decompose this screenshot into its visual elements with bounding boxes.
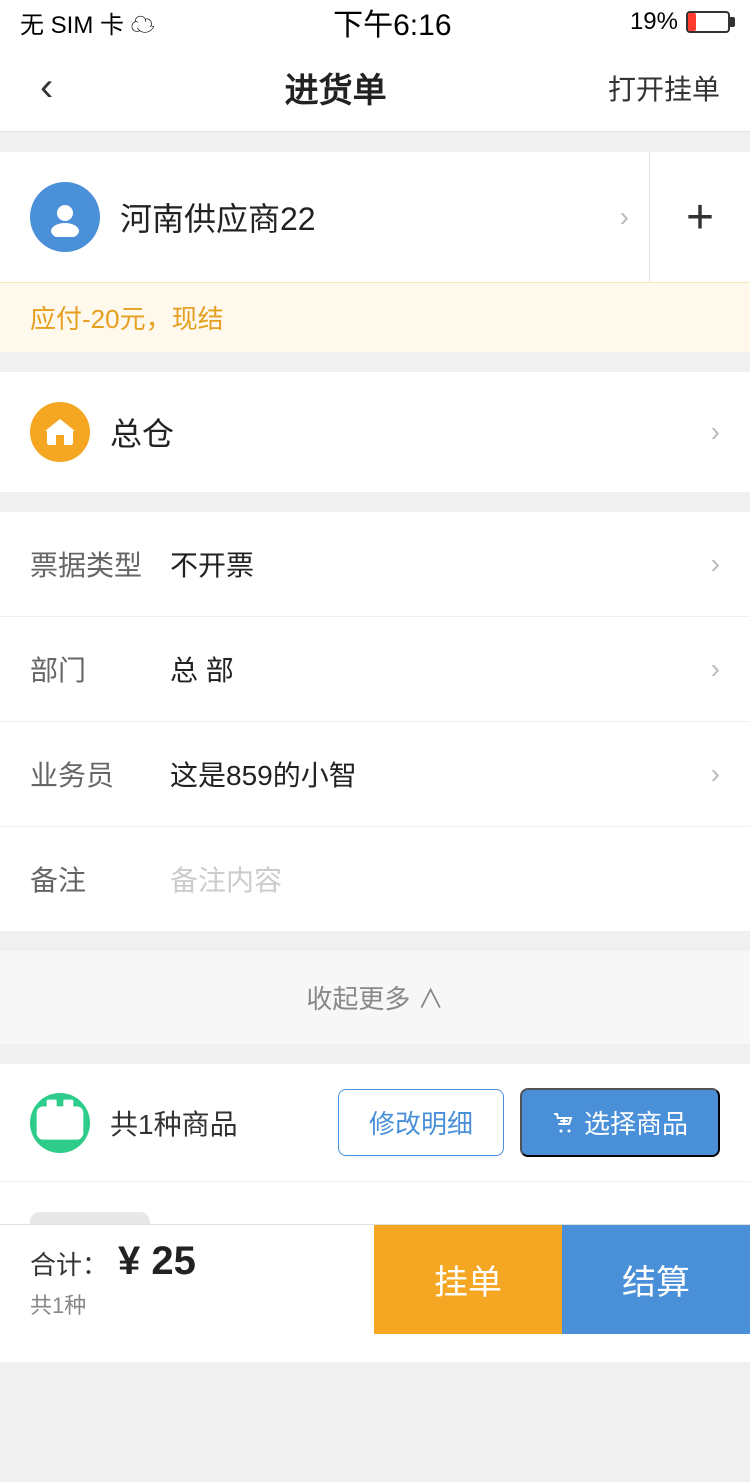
ticket-type-chevron-icon: › (711, 548, 720, 580)
warehouse-name: 总仓 (110, 409, 701, 455)
total-label: 合计： (30, 1245, 108, 1282)
open-pending-button[interactable]: 打开挂单 (608, 68, 720, 108)
total-section: 合计： ¥ 25 共1种 (0, 1225, 374, 1334)
total-amount: ¥ 25 (118, 1239, 196, 1284)
department-row[interactable]: 部门 总 部 › (0, 617, 750, 722)
staff-label: 业务员 (30, 754, 170, 794)
supplier-section: 河南供应商22 › + (0, 152, 750, 282)
page-title: 进货单 (285, 63, 387, 112)
staff-chevron-icon: › (711, 758, 720, 790)
status-bar-right: 19% (630, 8, 730, 36)
cart-icon (552, 1111, 576, 1135)
bottom-bar: 合计： ¥ 25 共1种 挂单 结算 (0, 1224, 750, 1334)
select-product-button[interactable]: 选择商品 (520, 1088, 720, 1157)
department-chevron-icon: › (711, 653, 720, 685)
payment-info-banner: 应付-20元，现结 (0, 282, 750, 352)
warehouse-icon (30, 402, 90, 462)
supplier-chevron-icon: › (620, 201, 629, 233)
battery-percent: 19% (630, 8, 678, 36)
add-supplier-button[interactable]: + (650, 152, 750, 282)
gap-1 (0, 132, 750, 152)
back-button[interactable]: ‹ (30, 55, 63, 120)
status-bar-left: 无 SIM 卡 ☁ (20, 5, 155, 40)
collapse-bar[interactable]: 收起更多 ∧ (0, 951, 750, 1044)
form-section: 票据类型 不开票 › 部门 总 部 › 业务员 这是859的小智 › 备注 备注… (0, 512, 750, 931)
settle-button[interactable]: 结算 (562, 1225, 750, 1334)
supplier-avatar (30, 182, 100, 252)
pend-button[interactable]: 挂单 (374, 1225, 562, 1334)
products-header: 共1种商品 修改明细 选择商品 (0, 1064, 750, 1182)
supplier-name: 河南供应商22 (120, 194, 610, 240)
status-bar: 无 SIM 卡 ☁ 下午6:16 19% (0, 0, 750, 44)
staff-row[interactable]: 业务员 这是859的小智 › (0, 722, 750, 827)
battery-fill (688, 13, 696, 31)
nav-bar: ‹ 进货单 打开挂单 (0, 44, 750, 132)
status-bar-time: 下午6:16 (333, 0, 451, 44)
supplier-selector[interactable]: 河南供应商22 › (0, 152, 650, 282)
note-input[interactable]: 备注内容 (170, 859, 720, 899)
products-count: 共1种商品 (110, 1103, 338, 1143)
warehouse-chevron-icon: › (711, 416, 720, 448)
ticket-type-value: 不开票 (170, 544, 701, 584)
total-count: 共1种 (30, 1288, 344, 1320)
ticket-type-row[interactable]: 票据类型 不开票 › (0, 512, 750, 617)
staff-value: 这是859的小智 (170, 754, 701, 794)
ticket-type-label: 票据类型 (30, 544, 170, 584)
warehouse-selector[interactable]: 总仓 › (0, 372, 750, 492)
battery-icon (686, 11, 730, 33)
department-label: 部门 (30, 649, 170, 689)
sim-status: 无 SIM 卡 ☁ (20, 5, 155, 40)
note-row[interactable]: 备注 备注内容 (0, 827, 750, 931)
bottom-spacer (0, 1362, 750, 1482)
department-value: 总 部 (170, 649, 701, 689)
products-icon (30, 1093, 90, 1153)
modify-detail-button[interactable]: 修改明细 (338, 1089, 504, 1156)
select-product-label: 选择商品 (584, 1104, 688, 1141)
note-label: 备注 (30, 859, 170, 899)
